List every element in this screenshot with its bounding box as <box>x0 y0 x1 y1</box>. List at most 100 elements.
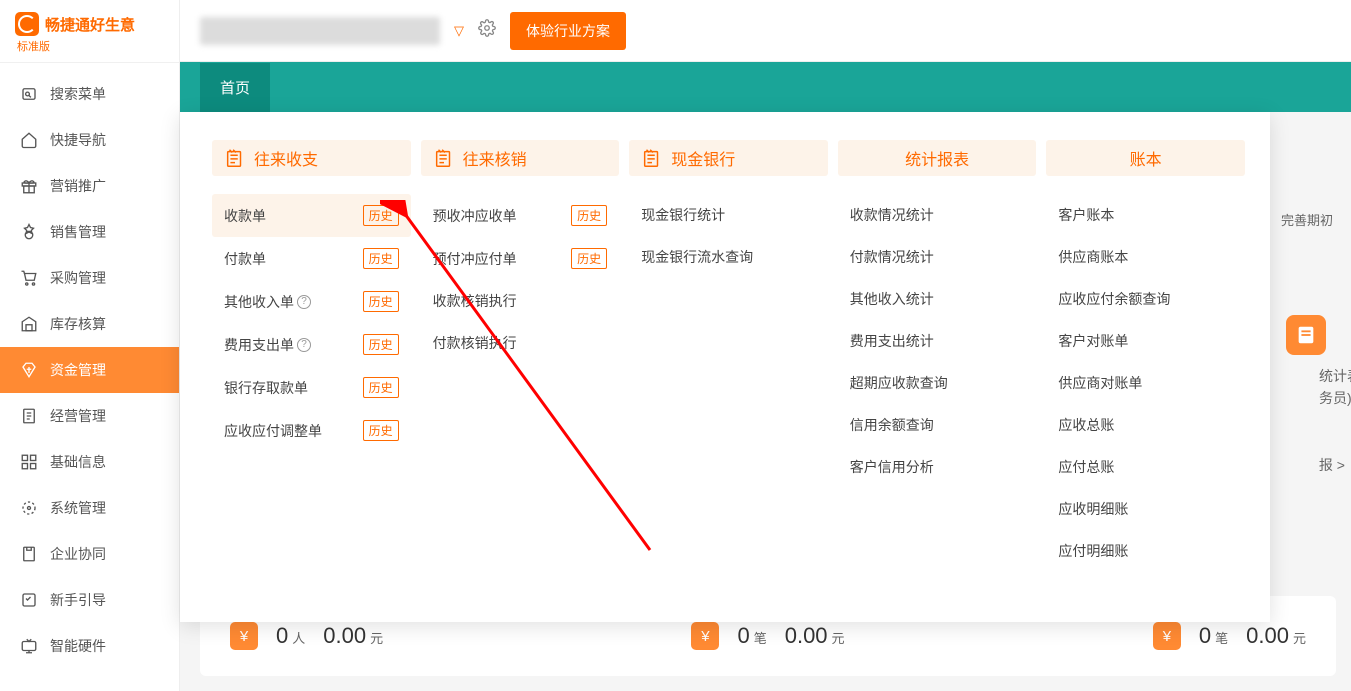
history-badge[interactable]: 历史 <box>363 248 399 269</box>
gear-icon[interactable] <box>478 19 496 42</box>
guide-icon <box>20 591 38 609</box>
sidebar-item-label: 搜索菜单 <box>50 84 106 104</box>
history-badge[interactable]: 历史 <box>571 248 607 269</box>
mega-menu-item[interactable]: 收款单 历史 <box>212 194 411 237</box>
sidebar-item-team[interactable]: 企业协同 <box>0 531 179 577</box>
help-icon[interactable]: ? <box>297 295 311 309</box>
sidebar-item-grid[interactable]: 基础信息 <box>0 439 179 485</box>
mega-menu-item[interactable]: 客户账本 <box>1046 194 1245 236</box>
mega-column: 账本客户账本供应商账本应收应付余额查询客户对账单供应商对账单应收总账应付总账应收… <box>1046 140 1245 572</box>
sidebar-item-guide[interactable]: 新手引导 <box>0 577 179 623</box>
mega-item-label: 银行存取款单 <box>224 378 308 398</box>
tab-home[interactable]: 首页 <box>200 63 270 112</box>
mega-menu-item[interactable]: 供应商对账单 <box>1046 362 1245 404</box>
mega-menu-item[interactable]: 其他收入单? 历史 <box>212 280 411 323</box>
mega-column-title: 账本 <box>1130 146 1162 170</box>
history-badge[interactable]: 历史 <box>363 420 399 441</box>
mega-column-title: 往来收支 <box>254 146 318 170</box>
mega-menu-item[interactable]: 客户对账单 <box>1046 320 1245 362</box>
sidebar-item-gear[interactable]: 系统管理 <box>0 485 179 531</box>
stat-item: ¥ 0笔 0.00元 <box>1153 622 1306 650</box>
mega-menu-item[interactable]: 收款核销执行 <box>421 280 620 322</box>
industry-plan-button[interactable]: 体验行业方案 <box>510 12 626 50</box>
team-icon <box>20 545 38 563</box>
mega-menu-item[interactable]: 付款情况统计 <box>838 236 1037 278</box>
mega-item-label: 预付冲应付单 <box>433 249 517 269</box>
sidebar-item-tv[interactable]: 智能硬件 <box>0 623 179 669</box>
history-badge[interactable]: 历史 <box>363 377 399 398</box>
sidebar-item-label: 企业协同 <box>50 544 106 564</box>
mega-item-label: 付款核销执行 <box>433 333 517 353</box>
help-icon[interactable]: ? <box>297 338 311 352</box>
mega-menu-item[interactable]: 现金银行统计 <box>629 194 828 236</box>
sidebar-item-label: 基础信息 <box>50 452 106 472</box>
history-badge[interactable]: 历史 <box>363 205 399 226</box>
mega-item-label: 客户对账单 <box>1058 331 1128 351</box>
mega-menu-item[interactable]: 供应商账本 <box>1046 236 1245 278</box>
mega-menu-item[interactable]: 现金银行流水查询 <box>629 236 828 278</box>
sidebar-item-cart[interactable]: 采购管理 <box>0 255 179 301</box>
mega-menu-item[interactable]: 应收总账 <box>1046 404 1245 446</box>
sidebar-item-sales[interactable]: 销售管理 <box>0 209 179 255</box>
sidebar-item-doc[interactable]: 经营管理 <box>0 393 179 439</box>
history-badge[interactable]: 历史 <box>363 291 399 312</box>
sidebar-item-label: 快捷导航 <box>50 130 106 150</box>
mega-menu-item[interactable]: 应收应付余额查询 <box>1046 278 1245 320</box>
sidebar: 畅捷通好生意 标准版 搜索菜单快捷导航营销推广销售管理采购管理库存核算资金管理经… <box>0 0 180 691</box>
bg-hint-complete-initial: 完善期初 <box>1281 210 1351 229</box>
mega-item-label: 现金银行统计 <box>641 205 725 225</box>
mega-menu-item[interactable]: 应收明细账 <box>1046 488 1245 530</box>
mega-menu-item[interactable]: 客户信用分析 <box>838 446 1037 488</box>
mega-column-header: 往来收支 <box>212 140 411 176</box>
mega-item-label: 应收明细账 <box>1058 499 1128 519</box>
mega-menu-item[interactable]: 应付总账 <box>1046 446 1245 488</box>
mega-menu-item[interactable]: 预付冲应付单 历史 <box>421 237 620 280</box>
mega-menu-item[interactable]: 费用支出统计 <box>838 320 1037 362</box>
chevron-down-icon[interactable]: ▽ <box>454 23 464 39</box>
mega-column-title: 统计报表 <box>905 146 969 170</box>
sidebar-item-gift[interactable]: 营销推广 <box>0 163 179 209</box>
mega-item-label: 客户账本 <box>1058 205 1114 225</box>
mega-menu-item[interactable]: 收款情况统计 <box>838 194 1037 236</box>
mega-menu-item[interactable]: 预收冲应收单 历史 <box>421 194 620 237</box>
sidebar-item-label: 采购管理 <box>50 268 106 288</box>
mega-item-label: 应收总账 <box>1058 415 1114 435</box>
gear-icon <box>20 499 38 517</box>
mega-menu-item[interactable]: 信用余额查询 <box>838 404 1037 446</box>
mega-item-label: 预收冲应收单 <box>433 206 517 226</box>
mega-menu-item[interactable]: 付款核销执行 <box>421 322 620 364</box>
sidebar-item-money[interactable]: 资金管理 <box>0 347 179 393</box>
mega-item-label: 应付总账 <box>1058 457 1114 477</box>
mega-menu-item[interactable]: 付款单历史 <box>212 237 411 280</box>
mega-column-header: 往来核销 <box>421 140 620 176</box>
document-icon <box>433 147 455 169</box>
mega-item-label: 付款情况统计 <box>850 247 934 267</box>
mega-column-header: 统计报表 <box>838 140 1037 176</box>
history-badge[interactable]: 历史 <box>363 334 399 355</box>
mega-column-header: 账本 <box>1046 140 1245 176</box>
mega-column-title: 现金银行 <box>671 146 735 170</box>
sidebar-item-search[interactable]: 搜索菜单 <box>0 71 179 117</box>
mega-menu: 往来收支收款单历史付款单历史其他收入单?历史费用支出单?历史银行存取款单历史应收… <box>180 112 1270 622</box>
mega-item-label: 费用支出单? <box>224 335 311 355</box>
sidebar-item-warehouse[interactable]: 库存核算 <box>0 301 179 347</box>
mega-menu-item[interactable]: 费用支出单? 历史 <box>212 323 411 366</box>
mega-item-label: 其他收入单? <box>224 292 311 312</box>
mega-item-label: 现金银行流水查询 <box>641 247 753 267</box>
nav-list: 搜索菜单快捷导航营销推广销售管理采购管理库存核算资金管理经营管理基础信息系统管理… <box>0 63 179 669</box>
mega-item-label: 应收应付余额查询 <box>1058 289 1170 309</box>
mega-column-header: 现金银行 <box>629 140 828 176</box>
mega-menu-item[interactable]: 银行存取款单 历史 <box>212 366 411 409</box>
mega-menu-item[interactable]: 应付明细账 <box>1046 530 1245 572</box>
mega-item-label: 应付明细账 <box>1058 541 1128 561</box>
sidebar-item-label: 智能硬件 <box>50 636 106 656</box>
logo-icon <box>15 12 39 36</box>
mega-menu-item[interactable]: 其他收入统计 <box>838 278 1037 320</box>
history-badge[interactable]: 历史 <box>571 205 607 226</box>
sidebar-item-home[interactable]: 快捷导航 <box>0 117 179 163</box>
bg-report-icon <box>1286 315 1326 355</box>
mega-menu-item[interactable]: 超期应收款查询 <box>838 362 1037 404</box>
gift-icon <box>20 177 38 195</box>
mega-item-label: 收款单 <box>224 206 266 226</box>
mega-menu-item[interactable]: 应收应付调整单历史 <box>212 409 411 452</box>
